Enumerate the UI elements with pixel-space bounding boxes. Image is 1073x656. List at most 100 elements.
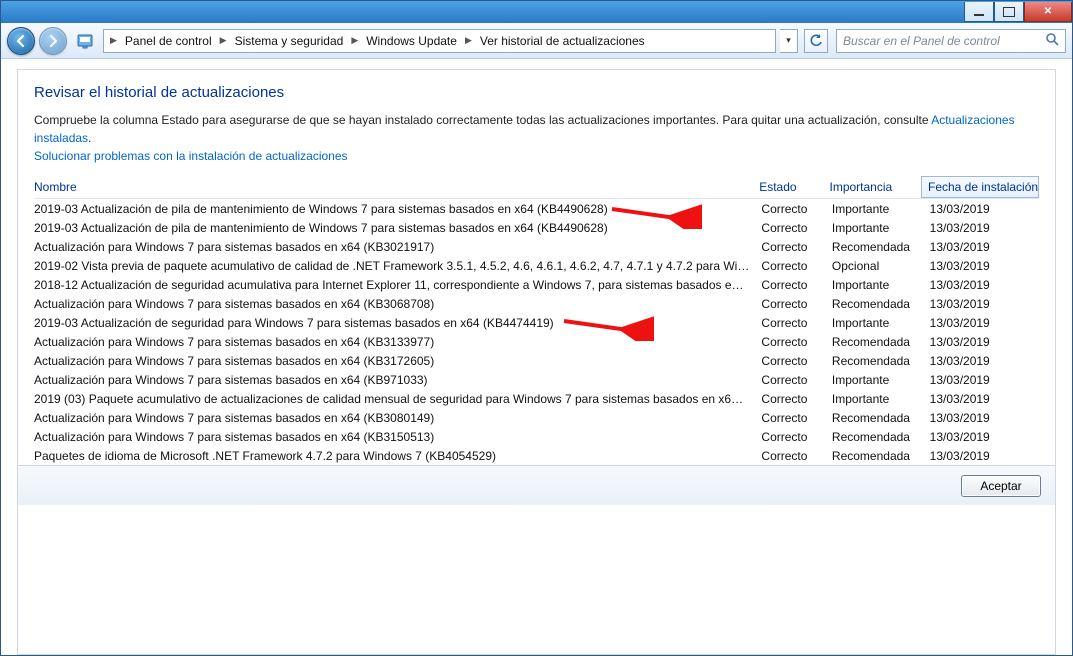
breadcrumb-item[interactable]: Ver historial de actualizaciones — [474, 34, 651, 48]
cell-date: 13/03/2019 — [924, 335, 1039, 349]
table-row[interactable]: Actualización para Windows 7 para sistem… — [34, 427, 1039, 446]
table-row[interactable]: 2019-03 Actualización de pila de manteni… — [34, 218, 1039, 237]
cell-date: 13/03/2019 — [924, 354, 1039, 368]
back-button[interactable] — [7, 27, 35, 55]
cell-date: 13/03/2019 — [924, 373, 1039, 387]
cell-name: 2019-03 Actualización de pila de manteni… — [34, 202, 755, 216]
content-area: Revisar el historial de actualizaciones … — [1, 59, 1072, 655]
breadcrumb-item[interactable]: Windows Update — [360, 34, 463, 48]
cell-importance: Importante — [826, 202, 924, 216]
cell-importance: Recomendada — [826, 240, 924, 254]
cell-name: 2019-03 Actualización de pila de manteni… — [34, 221, 755, 235]
search-icon — [1045, 32, 1059, 49]
cell-name: 2019-03 Actualización de seguridad para … — [34, 316, 755, 330]
cell-state: Correcto — [755, 335, 825, 349]
titlebar — [1, 1, 1072, 23]
cell-name: 2019 (03) Paquete acumulativo de actuali… — [34, 392, 755, 406]
minimize-button[interactable] — [964, 2, 994, 22]
cell-date: 13/03/2019 — [924, 221, 1039, 235]
chevron-right-icon: ▶ — [463, 35, 474, 46]
table-row[interactable]: Actualización para Windows 7 para sistem… — [34, 237, 1039, 256]
cell-name: Actualización para Windows 7 para sistem… — [34, 297, 755, 311]
column-header-name[interactable]: Nombre — [34, 180, 753, 194]
cell-date: 13/03/2019 — [924, 297, 1039, 311]
maximize-button[interactable] — [994, 2, 1024, 22]
cell-name: Actualización para Windows 7 para sistem… — [34, 335, 755, 349]
cell-importance: Recomendada — [826, 430, 924, 444]
page-title: Revisar el historial de actualizaciones — [34, 84, 1039, 101]
cell-date: 13/03/2019 — [924, 316, 1039, 330]
chevron-right-icon: ▶ — [218, 35, 229, 46]
cell-importance: Recomendada — [826, 449, 924, 463]
table-row[interactable]: Actualización para Windows 7 para sistem… — [34, 370, 1039, 389]
cell-name: 2018-12 Actualización de seguridad acumu… — [34, 278, 755, 292]
breadcrumb-item[interactable]: Sistema y seguridad — [229, 34, 350, 48]
table-row[interactable]: 2019 (03) Paquete acumulativo de actuali… — [34, 389, 1039, 408]
cell-date: 13/03/2019 — [924, 278, 1039, 292]
cell-date: 13/03/2019 — [924, 449, 1039, 463]
search-input[interactable]: Buscar en el Panel de control — [836, 29, 1066, 53]
cell-importance: Importante — [826, 392, 924, 406]
column-header-importance[interactable]: Importancia — [823, 180, 921, 194]
table-row[interactable]: Actualización para Windows 7 para sistem… — [34, 351, 1039, 370]
accept-button[interactable]: Aceptar — [961, 475, 1041, 497]
column-header-state[interactable]: Estado — [753, 180, 823, 194]
cell-date: 13/03/2019 — [924, 240, 1039, 254]
cell-state: Correcto — [755, 373, 825, 387]
window-buttons — [964, 2, 1072, 22]
cell-state: Correcto — [755, 430, 825, 444]
breadcrumb-item[interactable]: Panel de control — [119, 34, 218, 48]
refresh-button[interactable] — [804, 29, 828, 53]
table-row[interactable]: 2019-02 Vista previa de paquete acumulat… — [34, 256, 1039, 275]
window: ▶ Panel de control ▶ Sistema y seguridad… — [0, 0, 1073, 656]
cell-name: Actualización para Windows 7 para sistem… — [34, 373, 755, 387]
table-row[interactable]: Actualización para Windows 7 para sistem… — [34, 408, 1039, 427]
cell-state: Correcto — [755, 240, 825, 254]
cell-name: Actualización para Windows 7 para sistem… — [34, 240, 755, 254]
cell-date: 13/03/2019 — [924, 202, 1039, 216]
cell-name: Paquetes de idioma de Microsoft .NET Fra… — [34, 449, 755, 463]
forward-button[interactable] — [39, 27, 67, 55]
table-row[interactable]: Paquetes de idioma de Microsoft .NET Fra… — [34, 446, 1039, 465]
cell-state: Correcto — [755, 354, 825, 368]
cell-name: 2019-02 Vista previa de paquete acumulat… — [34, 259, 755, 273]
cell-state: Correcto — [755, 202, 825, 216]
table-body: 2019-03 Actualización de pila de manteni… — [34, 199, 1039, 465]
footer: Aceptar — [18, 465, 1055, 505]
cell-date: 13/03/2019 — [924, 430, 1039, 444]
cell-importance: Importante — [826, 373, 924, 387]
chevron-right-icon: ▶ — [108, 35, 119, 46]
cell-importance: Recomendada — [826, 411, 924, 425]
troubleshoot-link[interactable]: Solucionar problemas con la instalación … — [34, 149, 348, 163]
cell-importance: Importante — [826, 278, 924, 292]
control-panel-icon — [75, 31, 95, 51]
main-panel: Revisar el historial de actualizaciones … — [17, 69, 1056, 655]
table-row[interactable]: 2019-03 Actualización de seguridad para … — [34, 313, 1039, 332]
cell-name: Actualización para Windows 7 para sistem… — [34, 354, 755, 368]
cell-name: Actualización para Windows 7 para sistem… — [34, 411, 755, 425]
cell-state: Correcto — [755, 278, 825, 292]
table-row[interactable]: Actualización para Windows 7 para sistem… — [34, 332, 1039, 351]
cell-importance: Opcional — [826, 259, 924, 273]
breadcrumb[interactable]: ▶ Panel de control ▶ Sistema y seguridad… — [103, 29, 776, 53]
cell-importance: Recomendada — [826, 335, 924, 349]
close-button[interactable] — [1024, 2, 1072, 22]
table-row[interactable]: Actualización para Windows 7 para sistem… — [34, 294, 1039, 313]
cell-state: Correcto — [755, 316, 825, 330]
cell-date: 13/03/2019 — [924, 259, 1039, 273]
cell-importance: Recomendada — [826, 354, 924, 368]
table-row[interactable]: 2019-03 Actualización de pila de manteni… — [34, 199, 1039, 218]
cell-state: Correcto — [755, 297, 825, 311]
chevron-right-icon: ▶ — [349, 35, 360, 46]
column-header-date[interactable]: Fecha de instalación — [921, 176, 1039, 198]
table-row[interactable]: 2018-12 Actualización de seguridad acumu… — [34, 275, 1039, 294]
cell-importance: Importante — [826, 221, 924, 235]
cell-importance: Importante — [826, 316, 924, 330]
desc-text: Compruebe la columna Estado para asegura… — [34, 113, 931, 127]
breadcrumb-dropdown[interactable]: ▾ — [780, 29, 798, 53]
cell-name: Actualización para Windows 7 para sistem… — [34, 430, 755, 444]
cell-state: Correcto — [755, 449, 825, 463]
panel-header: Revisar el historial de actualizaciones … — [18, 70, 1055, 465]
page-description: Compruebe la columna Estado para asegura… — [34, 111, 1039, 165]
cell-importance: Recomendada — [826, 297, 924, 311]
